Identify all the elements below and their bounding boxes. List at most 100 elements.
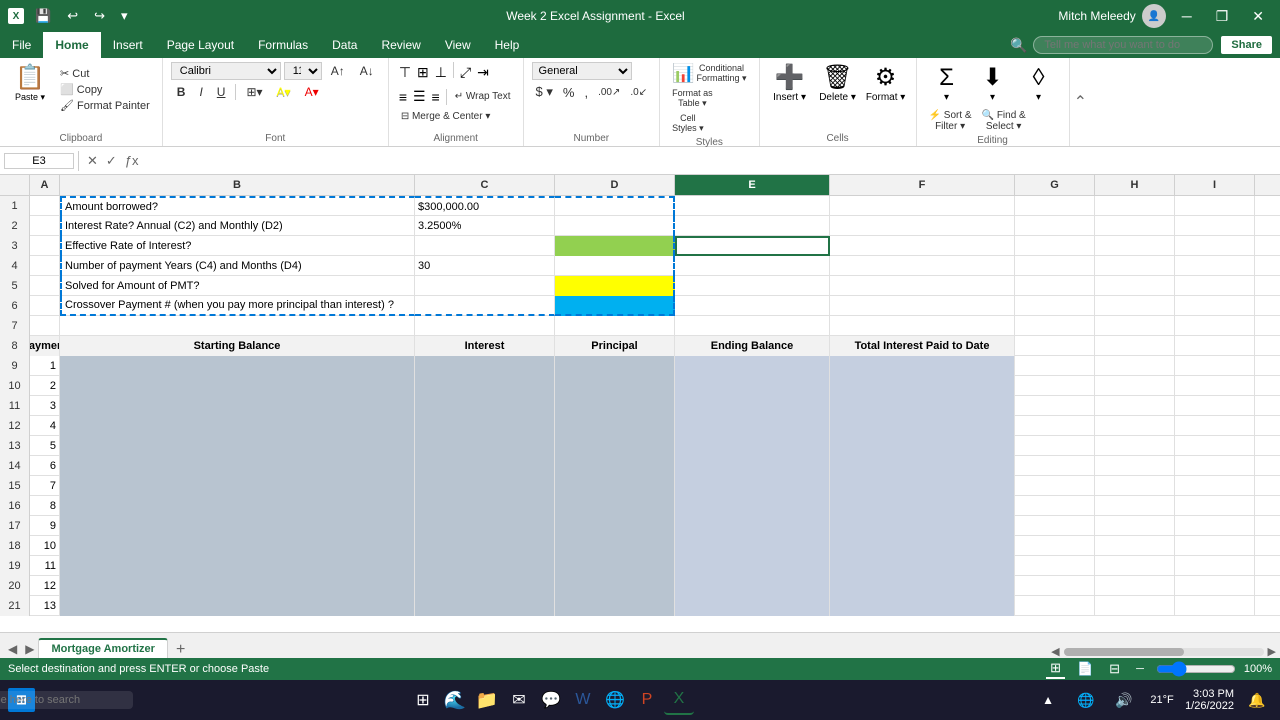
cell-I11[interactable] (1175, 396, 1255, 416)
cell-H8[interactable] (1095, 336, 1175, 356)
cell-H6[interactable] (1095, 296, 1175, 316)
cell-F2[interactable] (830, 216, 1015, 236)
word-button[interactable]: W (568, 685, 598, 715)
autosum-button[interactable]: Σ ▾ (925, 62, 969, 107)
cell-B13[interactable] (60, 436, 415, 456)
cell-E16[interactable] (675, 496, 830, 516)
cell-G6[interactable] (1015, 296, 1095, 316)
cell-I12[interactable] (1175, 416, 1255, 436)
row-number[interactable]: 2 (0, 216, 30, 236)
cell-G8[interactable] (1015, 336, 1095, 356)
cell-H9[interactable] (1095, 356, 1175, 376)
cell-C16[interactable] (415, 496, 555, 516)
tab-insert[interactable]: Insert (101, 32, 155, 58)
font-color-button[interactable]: A▾ (299, 83, 325, 101)
cell-F3[interactable] (830, 236, 1015, 256)
format-cells-button[interactable]: ⚙ Format ▾ (864, 62, 908, 107)
cell-C15[interactable] (415, 476, 555, 496)
cell-F17[interactable] (830, 516, 1015, 536)
formula-input[interactable] (143, 154, 1276, 168)
bottom-align-button[interactable]: ⊥ (433, 62, 449, 83)
comma-button[interactable]: , (580, 84, 592, 101)
row-number[interactable]: 10 (0, 376, 30, 396)
cell-F6[interactable] (830, 296, 1015, 316)
cell-E3[interactable] (675, 236, 830, 256)
cell-B12[interactable] (60, 416, 415, 436)
cell-G7[interactable] (1015, 316, 1095, 336)
cell-C8[interactable]: Interest (415, 336, 555, 356)
cell-E17[interactable] (675, 516, 830, 536)
row-number[interactable]: 12 (0, 416, 30, 436)
cell-H1[interactable] (1095, 196, 1175, 216)
add-sheet-button[interactable]: + (170, 642, 191, 658)
cell-G1[interactable] (1015, 196, 1095, 216)
cell-F13[interactable] (830, 436, 1015, 456)
cell-H13[interactable] (1095, 436, 1175, 456)
italic-button[interactable]: I (193, 83, 208, 101)
ribbon-collapse[interactable]: ⌃ (1070, 58, 1091, 146)
cell-I8[interactable] (1175, 336, 1255, 356)
cell-H5[interactable] (1095, 276, 1175, 296)
tab-page-layout[interactable]: Page Layout (155, 32, 246, 58)
cell-B9[interactable] (60, 356, 415, 376)
undo-button[interactable]: ↩ (62, 6, 83, 26)
cell-I1[interactable] (1175, 196, 1255, 216)
cell-D19[interactable] (555, 556, 675, 576)
teams-button[interactable]: 💬 (536, 685, 566, 715)
normal-view-button[interactable]: ⊞ (1046, 659, 1065, 679)
cell-A6[interactable] (30, 296, 60, 316)
cell-E21[interactable] (675, 596, 830, 616)
cell-reference-box[interactable]: E3 (4, 153, 74, 169)
row-number[interactable]: 14 (0, 456, 30, 476)
cell-C9[interactable] (415, 356, 555, 376)
notification-area[interactable]: ▲ (1033, 685, 1063, 715)
cell-G14[interactable] (1015, 456, 1095, 476)
cell-H12[interactable] (1095, 416, 1175, 436)
scroll-tabs-left[interactable]: ◀ (4, 640, 21, 658)
angle-text-button[interactable]: ⤢ (458, 62, 473, 83)
cell-A12[interactable]: 4 (30, 416, 60, 436)
row-number[interactable]: 4 (0, 256, 30, 276)
cell-E11[interactable] (675, 396, 830, 416)
cell-I14[interactable] (1175, 456, 1255, 476)
cell-H21[interactable] (1095, 596, 1175, 616)
cell-A11[interactable]: 3 (30, 396, 60, 416)
cell-D6[interactable] (555, 296, 675, 316)
cell-I3[interactable] (1175, 236, 1255, 256)
cell-F12[interactable] (830, 416, 1015, 436)
increase-font-button[interactable]: A↑ (325, 62, 351, 80)
format-as-table-button[interactable]: Format asTable ▾ (668, 87, 717, 110)
row-number[interactable]: 6 (0, 296, 30, 316)
cell-A15[interactable]: 7 (30, 476, 60, 496)
cell-B5[interactable]: Solved for Amount of PMT? (60, 276, 415, 296)
font-size-select[interactable]: 11 (284, 62, 322, 80)
copy-button[interactable]: ⬜ Copy (56, 82, 154, 97)
wrap-indent-button[interactable]: ⇥ (475, 62, 491, 83)
find-select-button[interactable]: 🔍 Find &Select ▾ (978, 109, 1030, 133)
cell-styles-button[interactable]: CellStyles ▾ (668, 112, 708, 135)
powerpoint-button[interactable]: P (632, 685, 662, 715)
tab-home[interactable]: Home (43, 32, 100, 58)
cell-A13[interactable]: 5 (30, 436, 60, 456)
increase-decimal-button[interactable]: .00↗ (594, 86, 624, 99)
align-left-button[interactable]: ≡ (397, 87, 409, 107)
cell-A16[interactable]: 8 (30, 496, 60, 516)
col-header-G[interactable]: G (1015, 175, 1095, 195)
cell-I6[interactable] (1175, 296, 1255, 316)
cell-G5[interactable] (1015, 276, 1095, 296)
cell-B2[interactable]: Interest Rate? Annual (C2) and Monthly (… (60, 216, 415, 236)
col-header-A[interactable]: A (30, 175, 60, 195)
cell-H4[interactable] (1095, 256, 1175, 276)
cell-E7[interactable] (675, 316, 830, 336)
cell-G15[interactable] (1015, 476, 1095, 496)
cell-C10[interactable] (415, 376, 555, 396)
paste-button[interactable]: 📋 Paste ▾ (8, 62, 52, 107)
row-number[interactable]: 16 (0, 496, 30, 516)
explorer-button[interactable]: 📁 (472, 685, 502, 715)
cell-C18[interactable] (415, 536, 555, 556)
cell-D3[interactable] (555, 236, 675, 256)
cell-H3[interactable] (1095, 236, 1175, 256)
cell-G12[interactable] (1015, 416, 1095, 436)
cell-G11[interactable] (1015, 396, 1095, 416)
cell-A17[interactable]: 9 (30, 516, 60, 536)
